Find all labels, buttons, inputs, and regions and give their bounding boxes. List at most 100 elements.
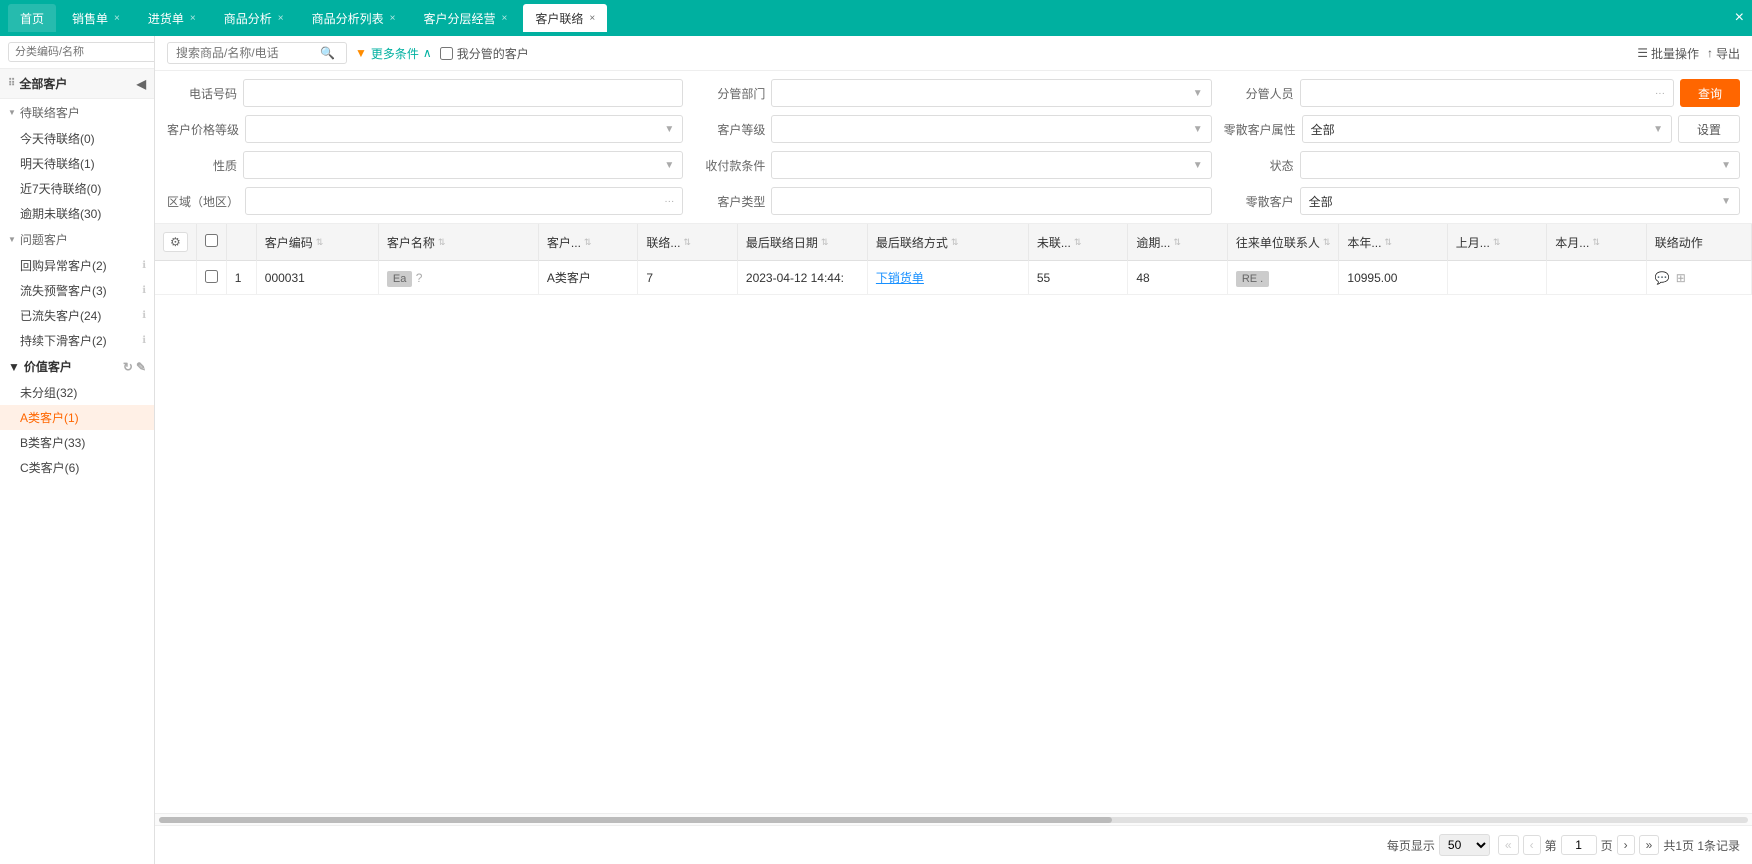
tab-customer-contact[interactable]: 客户联络 ×	[523, 4, 607, 32]
payment-select[interactable]: ▼	[771, 151, 1211, 179]
sort-icon-date[interactable]: ⇅	[821, 237, 829, 248]
tab-customer-segment[interactable]: 客户分层经营 ×	[411, 4, 519, 32]
cell-customer-name: Ea ?	[378, 261, 538, 295]
col-contact-action: 联络动作	[1646, 224, 1751, 261]
page-number-input[interactable]	[1561, 835, 1597, 855]
select-all-checkbox[interactable]	[205, 234, 218, 247]
tab-goods-analysis-list[interactable]: 商品分析列表 ×	[300, 4, 408, 32]
sidebar-item-overdue[interactable]: 逾期未联络(30)	[0, 201, 154, 226]
prev-page-btn[interactable]: ‹	[1523, 835, 1541, 855]
last-contact-method-link[interactable]: 下销货单	[876, 271, 924, 285]
sort-icon-unit[interactable]: ⇅	[1323, 237, 1331, 248]
collapse-icon[interactable]: ◀	[137, 77, 146, 91]
settings-button[interactable]: 设置	[1678, 115, 1740, 143]
sort-icon-year[interactable]: ⇅	[1384, 237, 1392, 248]
my-customers-checkbox[interactable]	[440, 47, 453, 60]
sidebar-item-class-a[interactable]: A类客户(1)	[0, 405, 154, 430]
batch-ops-btn[interactable]: ☰ 批量操作	[1637, 45, 1699, 62]
nature-label: 性质	[167, 157, 237, 174]
sidebar-group-value[interactable]: ▼ 价值客户 ↻ ✎	[0, 353, 154, 380]
row-checkbox[interactable]	[205, 270, 218, 283]
tab-customer-contact-close[interactable]: ×	[589, 13, 595, 24]
tab-goods-analysis-label: 商品分析	[224, 10, 272, 27]
last-page-btn[interactable]: »	[1639, 835, 1660, 855]
horizontal-scrollbar[interactable]	[155, 813, 1752, 825]
price-level-select[interactable]: ▼	[245, 115, 683, 143]
sort-icon-this-month[interactable]: ⇅	[1592, 237, 1600, 248]
sidebar-item-lost-forecast[interactable]: 流失预警客户(3) ℹ	[0, 278, 154, 303]
col-contact-count: 联络... ⇅	[638, 224, 738, 261]
sidebar-item-week[interactable]: 近7天待联络(0)	[0, 176, 154, 201]
filter-search-icon[interactable]: 🔍	[320, 46, 335, 60]
sidebar-all-customers[interactable]: ⠿ 全部客户 ◀	[0, 69, 154, 99]
sidebar-item-tomorrow[interactable]: 明天待联络(1)	[0, 151, 154, 176]
col-customer-type: 客户... ⇅	[538, 224, 638, 261]
sparse-attr-select[interactable]: 全部▼	[1302, 115, 1672, 143]
sort-icon-contact[interactable]: ⇅	[683, 237, 691, 248]
sidebar-item-class-b[interactable]: B类客户(33)	[0, 430, 154, 455]
refresh-icon[interactable]: ↻	[123, 360, 133, 374]
tab-goods-analysis-list-close[interactable]: ×	[390, 13, 396, 24]
sidebar-item-persistent-decline[interactable]: 持续下滑客户(2) ℹ	[0, 328, 154, 353]
more-filters-btn[interactable]: ▼ 更多条件 ∧	[355, 45, 432, 62]
cell-last-contact-method: 下销货单	[867, 261, 1028, 295]
sidebar-item-today[interactable]: 今天待联络(0)	[0, 126, 154, 151]
col-customer-type-label: 客户...	[547, 234, 581, 251]
sort-icon-code[interactable]: ⇅	[316, 237, 324, 248]
sidebar-item-unclassified[interactable]: 未分组(32)	[0, 380, 154, 405]
customer-level-select[interactable]: ▼	[771, 115, 1211, 143]
region-input[interactable]: ···	[245, 187, 683, 215]
sidebar-search-input[interactable]	[8, 42, 155, 62]
tab-home[interactable]: 首页	[8, 4, 56, 32]
cell-gear	[155, 261, 196, 295]
next-page-btn[interactable]: ›	[1617, 835, 1635, 855]
tab-goods-analysis[interactable]: 商品分析 ×	[212, 4, 296, 32]
sidebar-item-class-b-label: B类客户(33)	[20, 434, 146, 451]
gear-settings-btn[interactable]: ⚙	[163, 232, 188, 252]
col-customer-name: 客户名称 ⇅	[378, 224, 538, 261]
sidebar-item-class-c[interactable]: C类客户(6)	[0, 455, 154, 480]
filter-search-box[interactable]: 🔍	[167, 42, 347, 64]
manager-input[interactable]: ···	[1300, 79, 1674, 107]
sort-icon-method[interactable]: ⇅	[951, 237, 959, 248]
tab-purchase[interactable]: 进货单 ×	[136, 4, 208, 32]
export-btn[interactable]: ↑ 导出	[1707, 45, 1740, 62]
tab-sales[interactable]: 销售单 ×	[60, 4, 132, 32]
tab-goods-analysis-close[interactable]: ×	[278, 13, 284, 24]
filter-row-payment: 收付款条件 ▼	[695, 151, 1211, 179]
filter-search-input[interactable]	[176, 46, 316, 60]
sort-icon-type[interactable]: ⇅	[584, 237, 592, 248]
sort-icon-overdue[interactable]: ⇅	[1173, 237, 1181, 248]
sparse-attr-chevron-icon: ▼	[1653, 124, 1663, 135]
edit-icon[interactable]: ✎	[136, 360, 146, 374]
close-all-btn[interactable]: ×	[1735, 9, 1744, 27]
tab-customer-segment-close[interactable]: ×	[501, 13, 507, 24]
sidebar-group-problem[interactable]: ▼ 问题客户	[0, 226, 154, 253]
phone-input[interactable]	[243, 79, 683, 107]
info-icon-1: ℹ	[142, 260, 146, 271]
grid-action-icon[interactable]: ⊞	[1676, 271, 1686, 285]
tab-purchase-close[interactable]: ×	[190, 13, 196, 24]
comment-action-icon[interactable]: 💬	[1655, 271, 1670, 285]
phone-label: 电话号码	[167, 85, 237, 102]
customer-type-input[interactable]	[771, 187, 1211, 215]
sidebar-group-pending[interactable]: ▼ 待联络客户	[0, 99, 154, 126]
my-customers-checkbox-area[interactable]: 我分管的客户	[440, 45, 529, 62]
col-unit-contact-label: 往来单位联系人	[1236, 234, 1320, 251]
first-page-btn[interactable]: «	[1498, 835, 1519, 855]
sort-icon-no-contact[interactable]: ⇅	[1074, 237, 1082, 248]
nature-select[interactable]: ▼	[243, 151, 683, 179]
cell-last-contact-date: 2023-04-12 14:44:	[737, 261, 867, 295]
page-size-select[interactable]: 50 100 200	[1439, 834, 1490, 856]
tab-sales-close[interactable]: ×	[114, 13, 120, 24]
sidebar-item-repeat-abnormal[interactable]: 回购异常客户(2) ℹ	[0, 253, 154, 278]
sort-icon-name[interactable]: ⇅	[438, 237, 446, 248]
sidebar-item-lost[interactable]: 已流失客户(24) ℹ	[0, 303, 154, 328]
status-select[interactable]: ▼	[1300, 151, 1740, 179]
col-customer-code: 客户编码 ⇅	[256, 224, 378, 261]
query-button[interactable]: 查询	[1680, 79, 1740, 107]
sort-icon-last-month[interactable]: ⇅	[1493, 237, 1501, 248]
dept-select[interactable]: ▼	[771, 79, 1211, 107]
scrollbar-thumb[interactable]	[159, 817, 1112, 823]
sparse-select[interactable]: 全部▼	[1300, 187, 1740, 215]
